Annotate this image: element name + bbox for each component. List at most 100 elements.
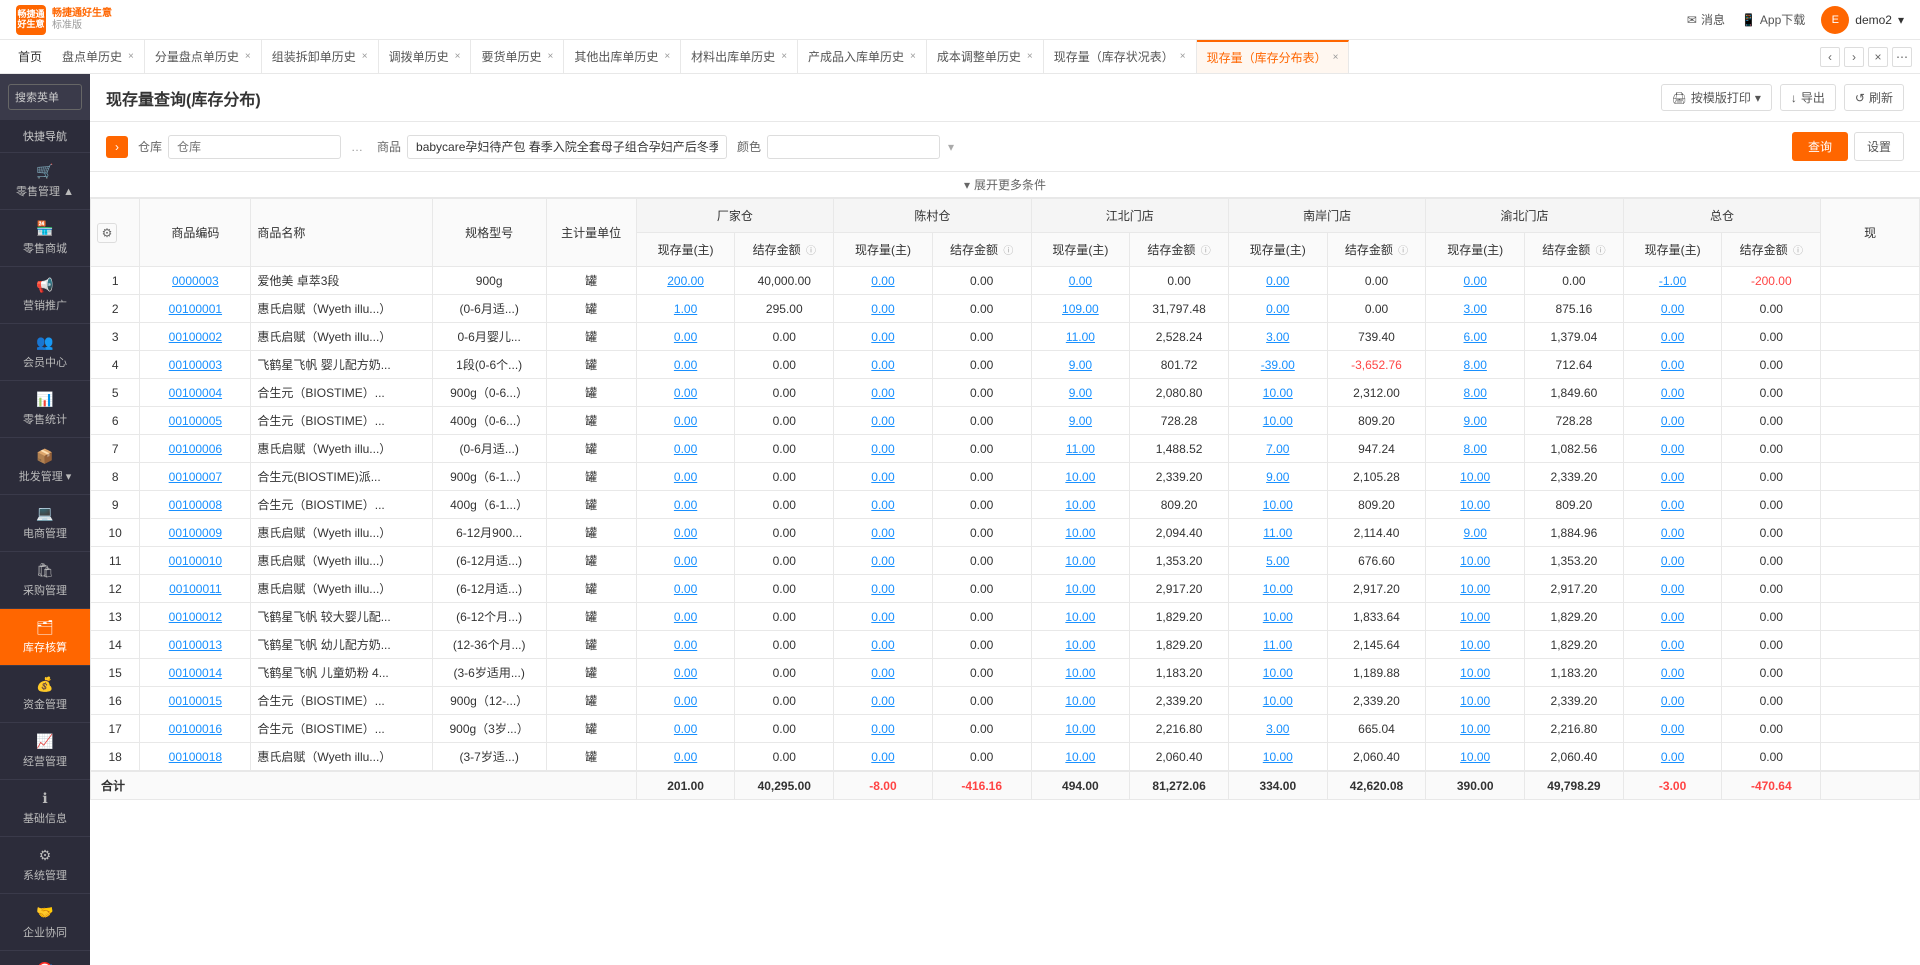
cell-total-stock[interactable]: 0.00	[1623, 715, 1722, 743]
cell-yubeimen-stock[interactable]: 10.00	[1426, 491, 1525, 519]
cell-yubeimen-stock[interactable]: 6.00	[1426, 323, 1525, 351]
cell-total-stock[interactable]: 0.00	[1623, 379, 1722, 407]
sidebar-item-system[interactable]: ⚙ 系统管理	[0, 837, 90, 894]
cell-chen-stock[interactable]: 0.00	[834, 575, 933, 603]
cell-jiangbei-stock[interactable]: 10.00	[1031, 743, 1130, 772]
tab-pandian[interactable]: 盘点单历史 ×	[52, 40, 145, 74]
cell-chen-stock[interactable]: 0.00	[834, 351, 933, 379]
cell-nanan-stock[interactable]: 10.00	[1228, 603, 1327, 631]
cell-jiangbei-stock[interactable]: 10.00	[1031, 715, 1130, 743]
cell-nanan-stock[interactable]: 10.00	[1228, 687, 1327, 715]
user-area[interactable]: E demo2 ▾	[1821, 6, 1904, 34]
tab-chengben[interactable]: 成本调整单历史 ×	[927, 40, 1044, 74]
cell-factory-stock[interactable]: 0.00	[636, 519, 735, 547]
cell-nanan-stock[interactable]: 3.00	[1228, 715, 1327, 743]
cell-yubeimen-stock[interactable]: 9.00	[1426, 519, 1525, 547]
cell-code[interactable]: 00100011	[140, 575, 251, 603]
cell-total-stock[interactable]: 0.00	[1623, 463, 1722, 491]
cell-code[interactable]: 0000003	[140, 267, 251, 295]
cell-code[interactable]: 00100001	[140, 295, 251, 323]
color-input[interactable]	[767, 135, 940, 159]
cell-chen-stock[interactable]: 0.00	[834, 379, 933, 407]
cell-code[interactable]: 00100007	[140, 463, 251, 491]
cell-yubeimen-stock[interactable]: 10.00	[1426, 603, 1525, 631]
cell-chen-stock[interactable]: 0.00	[834, 519, 933, 547]
cell-jiangbei-stock[interactable]: 10.00	[1031, 547, 1130, 575]
cell-code[interactable]: 00100013	[140, 631, 251, 659]
close-icon[interactable]: ×	[547, 51, 553, 62]
cell-total-stock[interactable]: 0.00	[1623, 519, 1722, 547]
cell-code[interactable]: 00100009	[140, 519, 251, 547]
cell-jiangbei-stock[interactable]: 10.00	[1031, 519, 1130, 547]
cell-nanan-stock[interactable]: 5.00	[1228, 547, 1327, 575]
cell-chen-stock[interactable]: 0.00	[834, 715, 933, 743]
cell-code[interactable]: 00100010	[140, 547, 251, 575]
sidebar-item-retail[interactable]: 🛒 零售管理 ▲	[0, 153, 90, 210]
close-icon[interactable]: ×	[910, 51, 916, 62]
sidebar-item-inventory[interactable]: 🗂 库存核算	[0, 609, 90, 666]
cell-factory-stock[interactable]: 0.00	[636, 379, 735, 407]
cell-jiangbei-stock[interactable]: 109.00	[1031, 295, 1130, 323]
cell-nanan-stock[interactable]: 10.00	[1228, 407, 1327, 435]
close-icon[interactable]: ×	[362, 51, 368, 62]
tab-zuhe[interactable]: 组装拆卸单历史 ×	[262, 40, 379, 74]
cell-chen-stock[interactable]: 0.00	[834, 491, 933, 519]
cell-jiangbei-stock[interactable]: 10.00	[1031, 631, 1130, 659]
cell-nanan-stock[interactable]: 10.00	[1228, 743, 1327, 772]
cell-jiangbei-stock[interactable]: 9.00	[1031, 407, 1130, 435]
sidebar-item-ecommerce[interactable]: 💻 电商管理	[0, 495, 90, 552]
cell-code[interactable]: 00100003	[140, 351, 251, 379]
sidebar-item-operation[interactable]: 📈 经营管理	[0, 723, 90, 780]
cell-code[interactable]: 00100002	[140, 323, 251, 351]
cell-nanan-stock[interactable]: -39.00	[1228, 351, 1327, 379]
cell-factory-stock[interactable]: 0.00	[636, 687, 735, 715]
cell-nanan-stock[interactable]: 11.00	[1228, 631, 1327, 659]
cell-chen-stock[interactable]: 0.00	[834, 687, 933, 715]
tab-chanpin[interactable]: 产成品入库单历史 ×	[798, 40, 927, 74]
cell-total-stock[interactable]: 0.00	[1623, 631, 1722, 659]
export-button[interactable]: ↓ 导出	[1780, 84, 1836, 111]
cell-factory-stock[interactable]: 0.00	[636, 575, 735, 603]
cell-factory-stock[interactable]: 0.00	[636, 659, 735, 687]
table-area[interactable]: ⚙ 商品编码 商品名称 规格型号 主计量单位 厂家仓 陈村仓 江北门店 南岸门店…	[90, 198, 1920, 965]
cell-nanan-stock[interactable]: 0.00	[1228, 267, 1327, 295]
expand-more-button[interactable]: ▾ 展开更多条件	[964, 176, 1046, 193]
warehouse-input[interactable]	[168, 135, 341, 159]
sidebar-item-member[interactable]: 👥 会员中心	[0, 324, 90, 381]
cell-total-stock[interactable]: 0.00	[1623, 659, 1722, 687]
goods-input[interactable]	[407, 135, 727, 159]
cell-code[interactable]: 00100005	[140, 407, 251, 435]
sidebar-item-stats[interactable]: 📊 零售统计	[0, 381, 90, 438]
cell-jiangbei-stock[interactable]: 11.00	[1031, 435, 1130, 463]
cell-chen-stock[interactable]: 0.00	[834, 435, 933, 463]
cell-yubeimen-stock[interactable]: 8.00	[1426, 435, 1525, 463]
cell-yubeimen-stock[interactable]: 10.00	[1426, 743, 1525, 772]
cell-total-stock[interactable]: 0.00	[1623, 295, 1722, 323]
cell-factory-stock[interactable]: 0.00	[636, 407, 735, 435]
cell-chen-stock[interactable]: 0.00	[834, 659, 933, 687]
cell-factory-stock[interactable]: 0.00	[636, 715, 735, 743]
message-button[interactable]: ✉ 消息	[1687, 11, 1725, 28]
sidebar-item-finance[interactable]: 💰 资金管理	[0, 666, 90, 723]
close-icon[interactable]: ×	[455, 51, 461, 62]
cell-jiangbei-stock[interactable]: 10.00	[1031, 491, 1130, 519]
cell-jiangbei-stock[interactable]: 10.00	[1031, 463, 1130, 491]
tab-kucun1[interactable]: 现存量（库存状况表） ×	[1044, 40, 1197, 74]
cell-jiangbei-stock[interactable]: 9.00	[1031, 351, 1130, 379]
cell-nanan-stock[interactable]: 0.00	[1228, 295, 1327, 323]
cell-total-stock[interactable]: 0.00	[1623, 603, 1722, 631]
sidebar-item-wholesale[interactable]: 📦 批发管理 ▾	[0, 438, 90, 495]
cell-factory-stock[interactable]: 0.00	[636, 323, 735, 351]
tab-menu-button[interactable]: ⋯	[1892, 47, 1912, 67]
cell-total-stock[interactable]: 0.00	[1623, 491, 1722, 519]
cell-factory-stock[interactable]: 0.00	[636, 351, 735, 379]
warehouse-more-icon[interactable]: …	[347, 140, 367, 154]
tab-home[interactable]: 首页	[8, 48, 52, 65]
cell-yubeimen-stock[interactable]: 9.00	[1426, 407, 1525, 435]
cell-jiangbei-stock[interactable]: 9.00	[1031, 379, 1130, 407]
app-download-button[interactable]: 📱 App下载	[1741, 11, 1805, 28]
tab-fenliang[interactable]: 分量盘点单历史 ×	[145, 40, 262, 74]
cell-total-stock[interactable]: 0.00	[1623, 323, 1722, 351]
cell-factory-stock[interactable]: 0.00	[636, 463, 735, 491]
cell-factory-stock[interactable]: 0.00	[636, 435, 735, 463]
